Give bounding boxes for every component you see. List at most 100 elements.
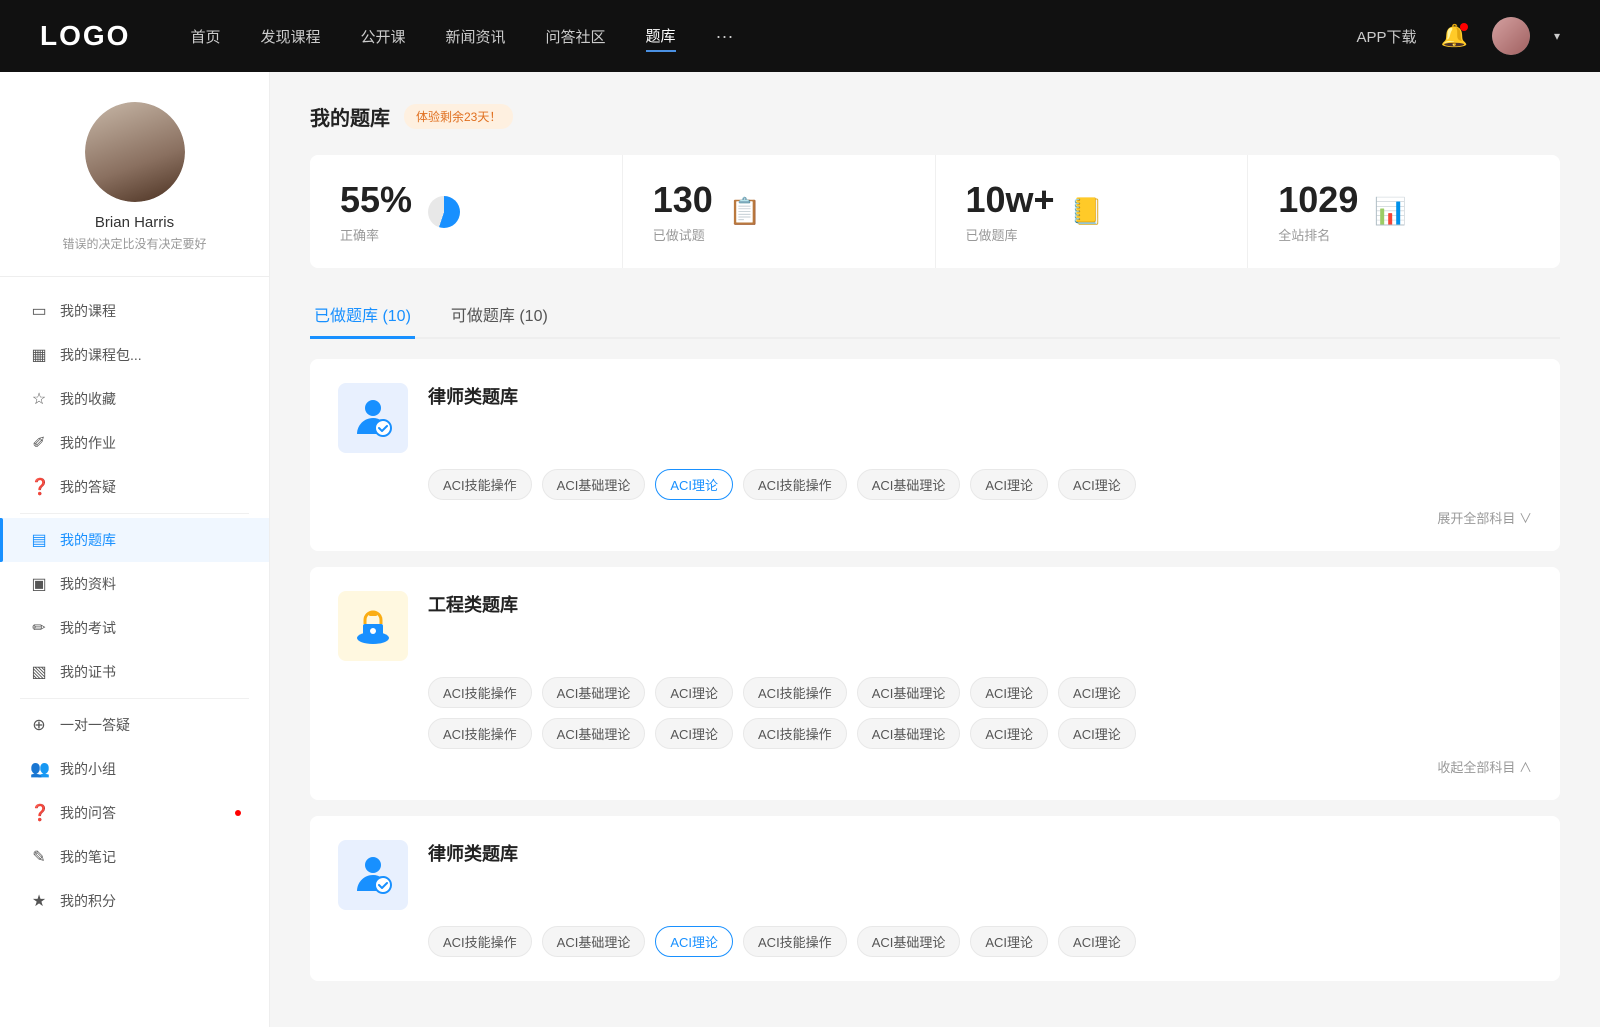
nav-news[interactable]: 新闻资讯 — [446, 22, 506, 51]
stat-done-banks-text: 10w+ 已做题库 — [966, 179, 1055, 244]
my-points-label: 我的积分 — [60, 891, 116, 911]
tab-done-banks[interactable]: 已做题库 (10) — [310, 292, 415, 339]
my-course-packages-label: 我的课程包... — [60, 345, 142, 365]
my-notes-icon: ✎ — [30, 847, 48, 867]
sidebar-item-my-courses[interactable]: ▭ 我的课程 — [0, 289, 269, 333]
tag-engineer-6[interactable]: ACI理论 — [1058, 677, 1136, 708]
my-course-packages-icon: ▦ — [30, 345, 48, 365]
tag-lawyer2-3[interactable]: ACI技能操作 — [743, 926, 847, 957]
qbank-icon-lawyer-1 — [338, 383, 408, 453]
sidebar-item-my-exams[interactable]: ✏ 我的考试 — [0, 606, 269, 650]
logo: LOGO — [40, 20, 130, 52]
tags-row-engineer-1: ACI技能操作 ACI基础理论 ACI理论 ACI技能操作 ACI基础理论 AC… — [428, 677, 1532, 708]
tag-engineer-13[interactable]: ACI理论 — [1058, 718, 1136, 749]
notification-dot — [1460, 23, 1468, 31]
profile-name: Brian Harris — [95, 214, 174, 231]
my-materials-label: 我的资料 — [60, 574, 116, 594]
tag-engineer-7[interactable]: ACI技能操作 — [428, 718, 532, 749]
sidebar-item-my-group[interactable]: 👥 我的小组 — [0, 747, 269, 791]
avatar[interactable] — [1492, 17, 1530, 55]
my-group-icon: 👥 — [30, 759, 48, 779]
accuracy-number: 55% — [340, 179, 412, 221]
collapse-link-engineer[interactable]: 收起全部科目 ∧ — [338, 757, 1532, 776]
accuracy-pie-icon — [428, 196, 460, 228]
my-qanda-icon: ❓ — [30, 803, 48, 823]
stat-done-questions-text: 130 已做试题 — [653, 179, 713, 244]
expand-link-lawyer-1[interactable]: 展开全部科目 ∨ — [338, 508, 1532, 527]
tag-lawyer-1-0[interactable]: ACI技能操作 — [428, 469, 532, 500]
notification-bell[interactable]: 🔔 — [1441, 23, 1468, 49]
tag-lawyer-1-6[interactable]: ACI理论 — [1058, 469, 1136, 500]
tag-engineer-1[interactable]: ACI基础理论 — [542, 677, 646, 708]
tag-lawyer-1-1[interactable]: ACI基础理论 — [542, 469, 646, 500]
sidebar-item-my-questionbank[interactable]: ▤ 我的题库 — [0, 518, 269, 562]
nav-discover[interactable]: 发现课程 — [260, 22, 320, 51]
tag-engineer-9[interactable]: ACI理论 — [655, 718, 733, 749]
sidebar-menu: ▭ 我的课程 ▦ 我的课程包... ☆ 我的收藏 ✐ 我的作业 ❓ 我的答疑 ▤ — [0, 277, 269, 935]
tag-lawyer2-1[interactable]: ACI基础理论 — [542, 926, 646, 957]
my-notes-label: 我的笔记 — [60, 847, 116, 867]
tag-engineer-2[interactable]: ACI理论 — [655, 677, 733, 708]
tabs-row: 已做题库 (10) 可做题库 (10) — [310, 292, 1560, 339]
my-homework-label: 我的作业 — [60, 433, 116, 453]
tag-lawyer2-5[interactable]: ACI理论 — [970, 926, 1048, 957]
my-questionbank-label: 我的题库 — [60, 530, 116, 550]
tab-todo-banks[interactable]: 可做题库 (10) — [447, 292, 552, 339]
tag-engineer-3[interactable]: ACI技能操作 — [743, 677, 847, 708]
tag-engineer-0[interactable]: ACI技能操作 — [428, 677, 532, 708]
tag-engineer-11[interactable]: ACI基础理论 — [857, 718, 961, 749]
my-questionbank-icon: ▤ — [30, 530, 48, 550]
sidebar-item-my-favorites[interactable]: ☆ 我的收藏 — [0, 377, 269, 421]
tag-lawyer2-0[interactable]: ACI技能操作 — [428, 926, 532, 957]
qbank-header-engineer: 工程类题库 — [338, 591, 1532, 661]
chart-icon: 📊 — [1374, 196, 1406, 227]
app-download-button[interactable]: APP下载 — [1357, 26, 1417, 47]
nav-questionbank[interactable]: 题库 — [646, 21, 676, 52]
tag-lawyer-1-5[interactable]: ACI理论 — [970, 469, 1048, 500]
avatar-dropdown[interactable]: ▾ — [1554, 29, 1560, 43]
sidebar-item-my-points[interactable]: ★ 我的积分 — [0, 879, 269, 923]
ranking-number: 1029 — [1278, 179, 1358, 221]
one-on-one-label: 一对一答疑 — [60, 715, 130, 735]
engineer-icon-svg — [351, 604, 395, 648]
my-homework-icon: ✐ — [30, 433, 48, 453]
nav-qa[interactable]: 问答社区 — [546, 22, 606, 51]
sidebar-item-my-materials[interactable]: ▣ 我的资料 — [0, 562, 269, 606]
sidebar-item-my-notes[interactable]: ✎ 我的笔记 — [0, 835, 269, 879]
tag-lawyer2-4[interactable]: ACI基础理论 — [857, 926, 961, 957]
avatar-image — [1492, 17, 1530, 55]
qbank-title-lawyer-2: 律师类题库 — [428, 840, 518, 866]
tag-engineer-4[interactable]: ACI基础理论 — [857, 677, 961, 708]
tag-engineer-10[interactable]: ACI技能操作 — [743, 718, 847, 749]
sidebar-item-one-on-one[interactable]: ⊕ 一对一答疑 — [0, 703, 269, 747]
sidebar-item-my-homework[interactable]: ✐ 我的作业 — [0, 421, 269, 465]
my-exams-icon: ✏ — [30, 618, 48, 638]
nav-home[interactable]: 首页 — [190, 22, 220, 51]
sidebar-item-my-course-packages[interactable]: ▦ 我的课程包... — [0, 333, 269, 377]
tag-engineer-12[interactable]: ACI理论 — [970, 718, 1048, 749]
sidebar-item-my-qanda[interactable]: ❓ 我的问答 — [0, 791, 269, 835]
done-questions-label: 已做试题 — [653, 225, 713, 244]
nav-more[interactable]: ··· — [716, 26, 734, 47]
sidebar-item-my-certificates[interactable]: ▧ 我的证书 — [0, 650, 269, 694]
ranking-label: 全站排名 — [1278, 225, 1358, 244]
qbank-card-lawyer-1: 律师类题库 ACI技能操作 ACI基础理论 ACI理论 ACI技能操作 ACI基… — [310, 359, 1560, 551]
tag-lawyer2-2[interactable]: ACI理论 — [655, 926, 733, 957]
tag-engineer-5[interactable]: ACI理论 — [970, 677, 1048, 708]
one-on-one-icon: ⊕ — [30, 715, 48, 735]
nav-opencourse[interactable]: 公开课 — [360, 22, 405, 51]
tag-lawyer-1-2[interactable]: ACI理论 — [655, 469, 733, 500]
my-courses-icon: ▭ — [30, 301, 48, 321]
tag-lawyer2-6[interactable]: ACI理论 — [1058, 926, 1136, 957]
tag-lawyer-1-4[interactable]: ACI基础理论 — [857, 469, 961, 500]
qbank-title-engineer: 工程类题库 — [428, 591, 518, 617]
tag-engineer-8[interactable]: ACI基础理论 — [542, 718, 646, 749]
my-questions-label: 我的答疑 — [60, 477, 116, 497]
qanda-notification-dot — [235, 810, 241, 816]
tags-row-lawyer-1: ACI技能操作 ACI基础理论 ACI理论 ACI技能操作 ACI基础理论 AC… — [428, 469, 1532, 500]
sidebar-item-my-questions[interactable]: ❓ 我的答疑 — [0, 465, 269, 509]
menu-divider-1 — [20, 513, 249, 514]
done-questions-number: 130 — [653, 179, 713, 221]
tag-lawyer-1-3[interactable]: ACI技能操作 — [743, 469, 847, 500]
qbank-header-lawyer-2: 律师类题库 — [338, 840, 1532, 910]
